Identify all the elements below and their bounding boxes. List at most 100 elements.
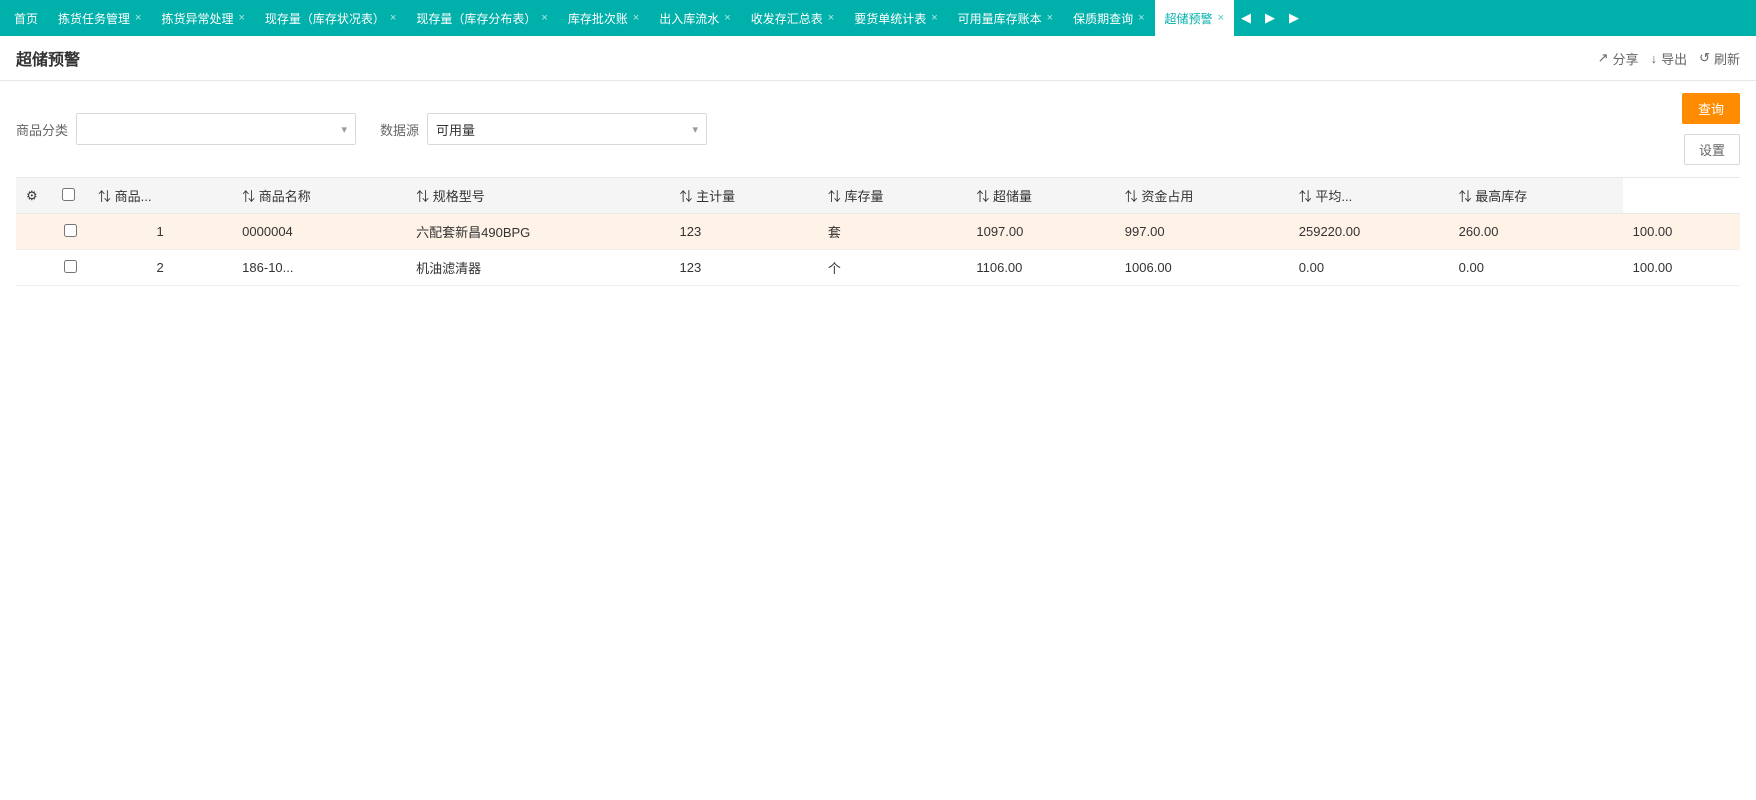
- close-icon[interactable]: ×: [828, 12, 834, 24]
- nav-tab-4-label: 现存量（库存分布表）: [416, 10, 536, 27]
- nav-tab-1-label: 拣货任务管理: [58, 10, 130, 27]
- nav-tab-7-label: 收发存汇总表: [751, 10, 823, 27]
- nav-tab-6[interactable]: 出入库流水 ×: [649, 0, 740, 36]
- top-nav: 首页 拣货任务管理 × 拣货异常处理 × 现存量（库存状况表） × 现存量（库存…: [0, 0, 1756, 36]
- close-icon[interactable]: ×: [135, 12, 141, 24]
- col-product-code-label: ⇅ 商品...: [98, 189, 151, 204]
- col-checkbox[interactable]: [52, 178, 88, 214]
- refresh-icon: ↺: [1699, 50, 1710, 66]
- nav-tab-8-label: 要货单统计表: [854, 10, 926, 27]
- col-unit-label: ⇅ 主计量: [679, 189, 735, 204]
- nav-tab-1[interactable]: 拣货任务管理 ×: [48, 0, 151, 36]
- page-title: 超储预警: [16, 46, 80, 70]
- export-label: 导出: [1661, 49, 1687, 68]
- row-stock: 1097.00: [966, 214, 1114, 250]
- nav-tab-10-label: 保质期查询: [1073, 10, 1133, 27]
- share-button[interactable]: ↗ 分享: [1598, 49, 1639, 68]
- settings-button[interactable]: 设置: [1684, 134, 1740, 165]
- col-stock[interactable]: ⇅ 库存量: [818, 178, 966, 214]
- row-unit: 个: [818, 250, 966, 286]
- nav-tab-2-label: 拣货异常处理: [161, 10, 233, 27]
- close-icon[interactable]: ×: [724, 12, 730, 24]
- nav-tab-5[interactable]: 库存批次账 ×: [558, 0, 649, 36]
- filter-area: 商品分类 ▾ 数据源 可用量 ▾ 查询 设置: [0, 81, 1756, 177]
- row-product-code: 186-10...: [232, 250, 406, 286]
- table-row: 2 186-10... 机油滤清器 123 个 1106.00 1006.00 …: [16, 250, 1740, 286]
- row-product-name: 六配套新昌490BPG: [406, 214, 669, 250]
- col-capital[interactable]: ⇅ 资金占用: [1115, 178, 1289, 214]
- nav-tab-11[interactable]: 超储预警 ×: [1155, 0, 1234, 36]
- row-capital: 259220.00: [1289, 214, 1449, 250]
- col-product-name[interactable]: ⇅ 商品名称: [232, 178, 406, 214]
- export-button[interactable]: ↓ 导出: [1651, 49, 1688, 68]
- col-avg[interactable]: ⇅ 平均...: [1289, 178, 1449, 214]
- nav-tab-11-label: 超储预警: [1165, 10, 1213, 27]
- close-icon[interactable]: ×: [1047, 12, 1053, 24]
- close-icon[interactable]: ×: [390, 12, 396, 24]
- col-capital-label: ⇅ 资金占用: [1125, 189, 1194, 204]
- row-checkbox[interactable]: [64, 224, 77, 237]
- nav-tab-8[interactable]: 要货单统计表 ×: [844, 0, 947, 36]
- category-label: 商品分类: [16, 120, 68, 139]
- share-label: 分享: [1613, 49, 1639, 68]
- table-body: 1 0000004 六配套新昌490BPG 123 套 1097.00 997.…: [16, 214, 1740, 286]
- col-product-code[interactable]: ⇅ 商品...: [88, 178, 232, 214]
- col-max-stock-label: ⇅ 最高库存: [1459, 189, 1528, 204]
- col-unit[interactable]: ⇅ 主计量: [669, 178, 817, 214]
- close-icon[interactable]: ×: [238, 12, 244, 24]
- nav-tab-4[interactable]: 现存量（库存分布表） ×: [406, 0, 557, 36]
- nav-tab-home[interactable]: 首页: [4, 0, 48, 36]
- close-icon[interactable]: ×: [633, 12, 639, 24]
- filter-right-actions: 查询 设置: [1682, 93, 1740, 165]
- table-container: ⚙ ⇅ 商品... ⇅ 商品名称 ⇅ 规格型号 ⇅ 主计量 ⇅: [0, 177, 1756, 286]
- row-avg: 260.00: [1449, 214, 1623, 250]
- datasource-select[interactable]: 可用量 ▾: [427, 113, 707, 145]
- close-icon[interactable]: ×: [931, 12, 937, 24]
- query-button[interactable]: 查询: [1682, 93, 1740, 124]
- nav-left-arrow[interactable]: ◀: [1234, 0, 1258, 36]
- row-settings-cell: [16, 214, 52, 250]
- refresh-button[interactable]: ↺ 刷新: [1699, 49, 1740, 68]
- nav-tab-9[interactable]: 可用量库存账本 ×: [948, 0, 1063, 36]
- nav-tab-10[interactable]: 保质期查询 ×: [1063, 0, 1154, 36]
- col-spec[interactable]: ⇅ 规格型号: [406, 178, 669, 214]
- col-stock-label: ⇅ 库存量: [828, 189, 884, 204]
- chevron-down-icon: ▾: [341, 123, 347, 136]
- page-header: 超储预警 ↗ 分享 ↓ 导出 ↺ 刷新: [0, 36, 1756, 81]
- nav-tab-9-label: 可用量库存账本: [958, 10, 1042, 27]
- datasource-label: 数据源: [380, 120, 419, 139]
- chevron-down-icon: ▾: [693, 123, 699, 136]
- row-num: 1: [88, 214, 232, 250]
- select-all-checkbox[interactable]: [62, 188, 75, 201]
- row-checkbox-cell[interactable]: [52, 250, 88, 286]
- nav-right-arrow[interactable]: ▶: [1258, 0, 1282, 36]
- share-icon: ↗: [1598, 50, 1609, 66]
- close-icon[interactable]: ×: [1138, 12, 1144, 24]
- table-row: 1 0000004 六配套新昌490BPG 123 套 1097.00 997.…: [16, 214, 1740, 250]
- row-checkbox-cell[interactable]: [52, 214, 88, 250]
- nav-more-arrow[interactable]: ▶: [1282, 0, 1306, 36]
- col-overstock[interactable]: ⇅ 超储量: [966, 178, 1114, 214]
- category-select[interactable]: ▾: [76, 113, 356, 145]
- nav-tab-7[interactable]: 收发存汇总表 ×: [741, 0, 844, 36]
- close-icon[interactable]: ×: [541, 12, 547, 24]
- row-spec: 123: [669, 214, 817, 250]
- nav-tab-2[interactable]: 拣货异常处理 ×: [151, 0, 254, 36]
- settings-icon: ⚙: [26, 188, 38, 203]
- col-settings[interactable]: ⚙: [16, 178, 52, 214]
- header-actions: ↗ 分享 ↓ 导出 ↺ 刷新: [1598, 49, 1740, 68]
- data-table: ⚙ ⇅ 商品... ⇅ 商品名称 ⇅ 规格型号 ⇅ 主计量 ⇅: [16, 177, 1740, 286]
- col-max-stock[interactable]: ⇅ 最高库存: [1449, 178, 1623, 214]
- row-capital: 0.00: [1289, 250, 1449, 286]
- datasource-select-value: 可用量: [436, 120, 475, 139]
- nav-tab-6-label: 出入库流水: [659, 10, 719, 27]
- col-product-name-label: ⇅ 商品名称: [242, 189, 311, 204]
- close-icon[interactable]: ×: [1218, 12, 1224, 24]
- row-avg: 0.00: [1449, 250, 1623, 286]
- row-settings-cell: [16, 250, 52, 286]
- export-icon: ↓: [1651, 51, 1658, 66]
- row-checkbox[interactable]: [64, 260, 77, 273]
- refresh-label: 刷新: [1714, 49, 1740, 68]
- nav-tab-3[interactable]: 现存量（库存状况表） ×: [255, 0, 406, 36]
- row-overstock: 997.00: [1115, 214, 1289, 250]
